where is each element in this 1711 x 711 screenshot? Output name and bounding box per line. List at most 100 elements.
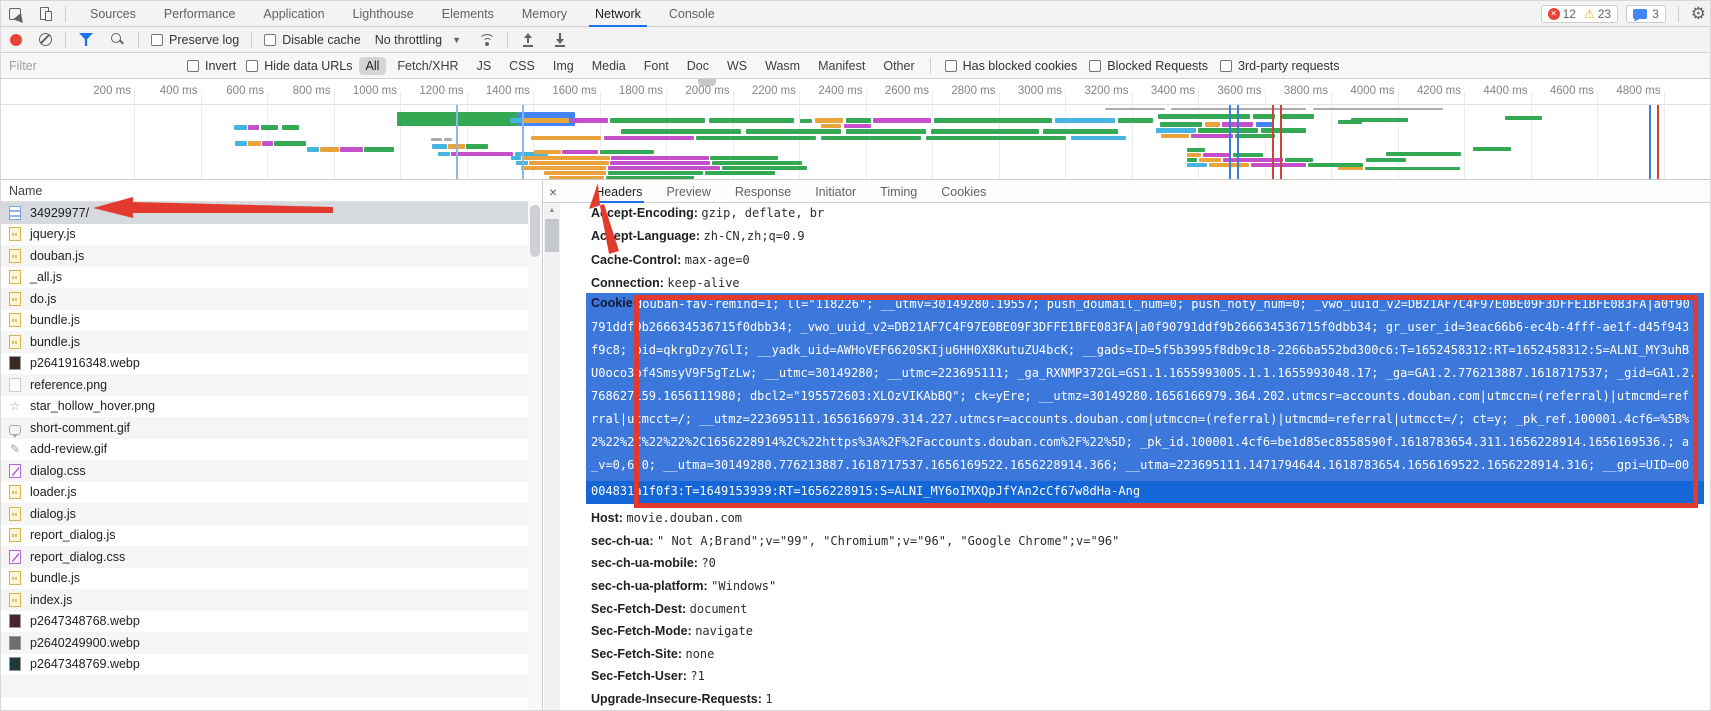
- console-messages-badge[interactable]: 3: [1626, 5, 1666, 23]
- header-row[interactable]: Sec-Fetch-User: ?1: [591, 669, 705, 683]
- panel-tab-memory[interactable]: Memory: [508, 1, 581, 27]
- filter-funnel-icon[interactable]: [79, 33, 93, 46]
- header-row[interactable]: Sec-Fetch-Dest: document: [591, 602, 747, 616]
- header-row[interactable]: Cache-Control: max-age=0: [591, 253, 750, 267]
- scrollbar-thumb[interactable]: [530, 205, 540, 257]
- type-filter-manifest[interactable]: Manifest: [811, 57, 872, 75]
- name-column-header[interactable]: Name: [1, 181, 542, 202]
- request-list-scrollbar[interactable]: [528, 201, 542, 710]
- panel-tab-performance[interactable]: Performance: [150, 1, 250, 27]
- settings-gear-icon[interactable]: ⚙: [1691, 4, 1706, 24]
- request-row[interactable]: dialog.js: [1, 503, 528, 525]
- type-filter-fetch-xhr[interactable]: Fetch/XHR: [390, 57, 465, 75]
- waterfall-bar: [248, 125, 259, 130]
- header-row[interactable]: Upgrade-Insecure-Requests: 1: [591, 692, 773, 706]
- network-conditions-icon[interactable]: [479, 33, 496, 46]
- request-row[interactable]: ☆ star_hollow_hover.png: [1, 396, 528, 418]
- header-row[interactable]: sec-ch-ua-mobile: ?0: [591, 556, 716, 570]
- details-tab-headers[interactable]: Headers: [593, 181, 645, 203]
- request-row[interactable]: short-comment.gif: [1, 417, 528, 439]
- request-row[interactable]: ✎ add-review.gif: [1, 439, 528, 461]
- invert-checkbox[interactable]: [187, 59, 199, 72]
- details-scrollbar[interactable]: ▲: [544, 203, 560, 710]
- request-row[interactable]: p2647348769.webp: [1, 654, 528, 676]
- issues-badge[interactable]: ✕ 12 ⚠ 23: [1540, 5, 1619, 23]
- details-tab-initiator[interactable]: Initiator: [815, 181, 856, 203]
- request-row[interactable]: report_dialog.css: [1, 546, 528, 568]
- panel-tab-console[interactable]: Console: [655, 1, 729, 27]
- request-row[interactable]: jquery.js: [1, 224, 528, 246]
- scroll-up-icon[interactable]: ▲: [544, 203, 560, 218]
- request-row[interactable]: p2641916348.webp: [1, 353, 528, 375]
- type-filter-css[interactable]: CSS: [502, 57, 542, 75]
- request-row[interactable]: report_dialog.js: [1, 525, 528, 547]
- blocked-requests-checkbox[interactable]: [1089, 59, 1102, 72]
- request-row[interactable]: bundle.js: [1, 331, 528, 353]
- hide-data-urls-checkbox[interactable]: [246, 59, 259, 72]
- request-row[interactable]: bundle.js: [1, 568, 528, 590]
- details-tab-cookies[interactable]: Cookies: [941, 181, 986, 203]
- request-row[interactable]: 34929977/: [1, 202, 528, 224]
- type-filter-js[interactable]: JS: [470, 57, 499, 75]
- request-row[interactable]: reference.png: [1, 374, 528, 396]
- inspect-icon[interactable]: [8, 6, 27, 26]
- request-row[interactable]: _all.js: [1, 267, 528, 289]
- panel-tab-sources[interactable]: Sources: [76, 1, 150, 27]
- request-row[interactable]: douban.js: [1, 245, 528, 267]
- scrollbar-thumb[interactable]: [545, 219, 559, 252]
- panel-tab-elements[interactable]: Elements: [428, 1, 508, 27]
- request-row[interactable]: index.js: [1, 589, 528, 611]
- panel-tab-network[interactable]: Network: [581, 1, 655, 27]
- request-row[interactable]: p2640249900.webp: [1, 632, 528, 654]
- disable-cache-checkbox[interactable]: [264, 33, 277, 46]
- export-har-icon[interactable]: [553, 32, 567, 47]
- waterfall-bar: [608, 171, 703, 175]
- panel-tab-application[interactable]: Application: [249, 1, 338, 27]
- type-filter-media[interactable]: Media: [585, 57, 633, 75]
- request-row[interactable]: p2647348768.webp: [1, 611, 528, 633]
- close-icon[interactable]: ×: [549, 184, 557, 200]
- request-name: douban.js: [30, 248, 85, 263]
- type-filter-ws[interactable]: WS: [720, 57, 754, 75]
- type-filter-all[interactable]: All: [358, 56, 387, 75]
- search-icon[interactable]: [111, 32, 125, 47]
- waterfall-bar: [1187, 153, 1201, 157]
- header-row[interactable]: Accept-Language: zh-CN,zh;q=0.9: [591, 229, 805, 243]
- details-tab-response[interactable]: Response: [735, 181, 791, 203]
- device-toolbar-icon[interactable]: [38, 6, 54, 22]
- header-row[interactable]: sec-ch-ua-platform: "Windows": [591, 579, 776, 593]
- preserve-log-checkbox[interactable]: [151, 33, 163, 46]
- header-row[interactable]: Sec-Fetch-Mode: navigate: [591, 624, 753, 638]
- details-tab-preview[interactable]: Preview: [666, 181, 710, 203]
- type-filter-other[interactable]: Other: [876, 57, 921, 75]
- throttling-select[interactable]: No throttling: [375, 33, 442, 47]
- type-filter-wasm[interactable]: Wasm: [758, 57, 807, 75]
- header-row[interactable]: Host: movie.douban.com: [591, 511, 742, 525]
- header-row[interactable]: Connection: keep-alive: [591, 276, 740, 290]
- type-filter-doc[interactable]: Doc: [680, 57, 716, 75]
- panel-tab-lighthouse[interactable]: Lighthouse: [339, 1, 428, 27]
- request-row[interactable]: bundle.js: [1, 310, 528, 332]
- import-har-icon[interactable]: [521, 32, 535, 47]
- request-row[interactable]: dialog.css: [1, 460, 528, 482]
- waterfall-bar: [438, 152, 450, 156]
- header-row[interactable]: Accept-Encoding: gzip, deflate, br: [591, 206, 824, 220]
- header-value: none: [685, 647, 715, 661]
- clear-icon[interactable]: [39, 33, 52, 46]
- waterfall-overview[interactable]: [1, 105, 1710, 180]
- type-filter-img[interactable]: Img: [546, 57, 581, 75]
- filter-input[interactable]: [9, 58, 169, 73]
- request-row[interactable]: loader.js: [1, 482, 528, 504]
- record-icon[interactable]: [10, 33, 22, 46]
- request-row[interactable]: do.js: [1, 288, 528, 310]
- chevron-down-icon[interactable]: ▼: [452, 35, 461, 45]
- details-tab-timing[interactable]: Timing: [880, 181, 917, 203]
- type-filter-font[interactable]: Font: [637, 57, 676, 75]
- has-blocked-cookies-checkbox[interactable]: [944, 59, 957, 72]
- header-row[interactable]: Sec-Fetch-Site: none: [591, 647, 714, 661]
- third-party-checkbox[interactable]: [1220, 59, 1233, 72]
- header-name: Accept-Language:: [591, 229, 704, 243]
- gridline: [799, 91, 800, 105]
- header-value: max-age=0: [684, 253, 750, 267]
- header-row[interactable]: sec-ch-ua: " Not A;Brand";v="99", "Chrom…: [591, 534, 1119, 548]
